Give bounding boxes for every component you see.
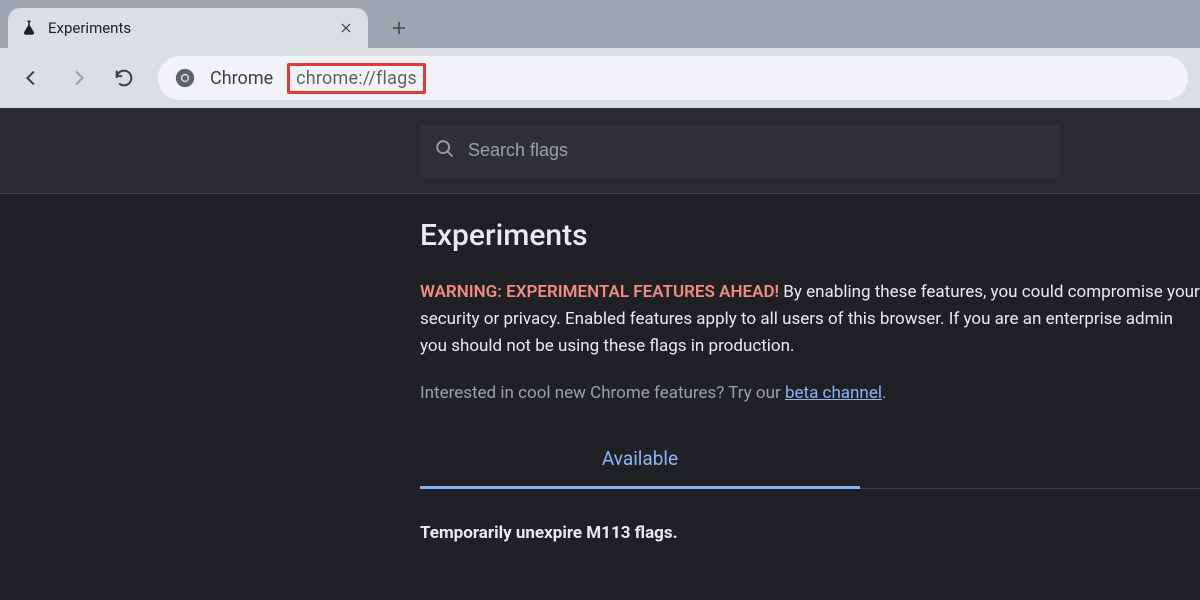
flags-header (0, 108, 1200, 194)
search-icon (434, 138, 456, 164)
warning-label: WARNING: EXPERIMENTAL FEATURES AHEAD! (420, 282, 779, 302)
chrome-icon (174, 67, 196, 89)
tab-strip: Experiments (0, 0, 1200, 48)
page-viewport: Experiments WARNING: EXPERIMENTAL FEATUR… (0, 108, 1200, 600)
beta-suffix: . (882, 383, 886, 403)
search-flags-box[interactable] (420, 125, 1060, 177)
flags-tabs: Available Unavailable (420, 433, 1200, 489)
beta-line: Interested in cool new Chrome features? … (420, 383, 1200, 403)
url-text: chrome://flags (287, 63, 426, 94)
tab-title: Experiments (48, 19, 326, 37)
flag-item-title: Temporarily unexpire M113 flags. (420, 523, 1200, 543)
tab-unavailable[interactable]: Unavailable (860, 433, 1200, 488)
close-icon[interactable] (336, 18, 356, 38)
page-title: Experiments (420, 218, 1200, 253)
warning-text: WARNING: EXPERIMENTAL FEATURES AHEAD! By… (420, 279, 1200, 361)
toolbar: Chrome chrome://flags (0, 48, 1200, 108)
reload-button[interactable] (104, 58, 144, 98)
browser-chrome: Experiments Chrome chrome://flags (0, 0, 1200, 108)
new-tab-button[interactable] (382, 11, 416, 45)
back-button[interactable] (12, 58, 52, 98)
browser-tab[interactable]: Experiments (8, 8, 368, 48)
flags-body: Experiments WARNING: EXPERIMENTAL FEATUR… (0, 194, 1200, 543)
site-label: Chrome (210, 68, 273, 89)
search-flags-input[interactable] (468, 140, 1046, 161)
tab-available[interactable]: Available (420, 433, 860, 488)
forward-button (58, 58, 98, 98)
flask-icon (20, 19, 38, 37)
beta-prefix: Interested in cool new Chrome features? … (420, 383, 785, 403)
address-bar[interactable]: Chrome chrome://flags (158, 56, 1188, 100)
beta-channel-link[interactable]: beta channel (785, 383, 882, 403)
